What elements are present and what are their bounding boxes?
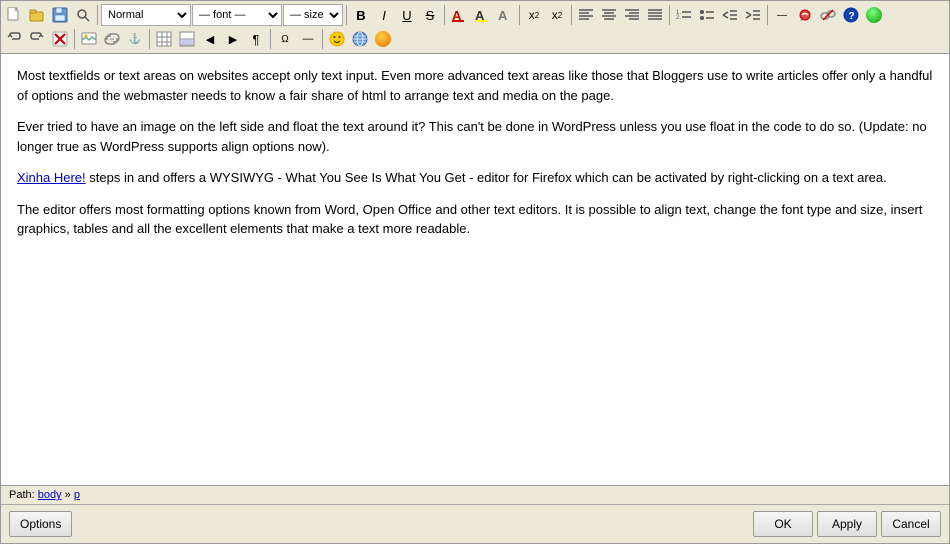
unlink-button[interactable] (817, 4, 839, 26)
sep-6 (669, 5, 670, 25)
next-button[interactable]: ▶ (222, 28, 244, 50)
paragraph-4: The editor offers most formatting option… (17, 200, 933, 239)
indent-button[interactable] (742, 4, 764, 26)
p-link[interactable]: p (74, 489, 80, 501)
strikethrough-button[interactable]: S (419, 4, 441, 26)
bottom-left-buttons: Options (9, 511, 72, 537)
svg-text:A: A (498, 8, 508, 23)
color-reset-button[interactable]: A (494, 4, 516, 26)
toolbar-area: Normal Heading 1 Heading 2 Heading 3 Pre… (1, 1, 949, 54)
em-dash-button[interactable]: — (297, 28, 319, 50)
prev-button[interactable]: ◀ (199, 28, 221, 50)
sep-7 (767, 5, 768, 25)
plugin-icon (375, 31, 391, 47)
paragraph-1: Most textfields or text areas on website… (17, 66, 933, 105)
paragraph-2: Ever tried to have an image on the left … (17, 117, 933, 156)
bold-button[interactable]: B (350, 4, 372, 26)
toolbar-row-2: ⚓ ◀ ▶ ¶ Ω — (3, 27, 947, 51)
sep-1 (97, 5, 98, 25)
align-right-button[interactable] (621, 4, 643, 26)
sep-r2-4 (322, 29, 323, 49)
svg-text:?: ? (849, 11, 855, 22)
pilcrow-button[interactable]: ¶ (245, 28, 267, 50)
open-button[interactable] (26, 4, 48, 26)
sep-2 (346, 5, 347, 25)
ordered-list-button[interactable]: 1.2. (673, 4, 695, 26)
toolbar-row-1: Normal Heading 1 Heading 2 Heading 3 Pre… (3, 3, 947, 27)
size-select[interactable]: — size — 8 10 12 14 18 24 36 (283, 4, 343, 26)
italic-label: I (382, 8, 386, 23)
apply-button[interactable]: Apply (817, 511, 877, 537)
bottom-bar: Options OK Apply Cancel (1, 504, 949, 543)
bold-label: B (356, 8, 365, 23)
breadcrumb-sep: » (65, 489, 71, 501)
undo-button[interactable] (3, 28, 25, 50)
paragraph-3: Xinha Here! steps in and offers a WYSIWY… (17, 168, 933, 188)
status-bar: Path: body » p (1, 485, 949, 504)
table-row-button[interactable] (176, 28, 198, 50)
search-button[interactable] (72, 4, 94, 26)
unordered-list-button[interactable] (696, 4, 718, 26)
save-button[interactable] (49, 4, 71, 26)
font-select[interactable]: — font — Arial Times New Roman Courier N… (192, 4, 282, 26)
sep-r2-3 (270, 29, 271, 49)
cancel-button[interactable]: Cancel (881, 511, 941, 537)
paragraph-3-text: steps in and offers a WYSIWYG - What You… (86, 170, 887, 185)
hr-button[interactable]: — (771, 4, 793, 26)
svg-text:2.: 2. (676, 15, 681, 21)
sep-r2-1 (74, 29, 75, 49)
sep-r2-2 (149, 29, 150, 49)
strike-label: S (426, 8, 435, 23)
superscript-button[interactable]: x2 (546, 4, 568, 26)
align-justify-button[interactable] (644, 4, 666, 26)
subscript-button[interactable]: x2 (523, 4, 545, 26)
bg-color-button[interactable]: A (471, 4, 493, 26)
fg-color-button[interactable]: A (448, 4, 470, 26)
align-left-button[interactable] (575, 4, 597, 26)
align-center-button[interactable] (598, 4, 620, 26)
sep-5 (571, 5, 572, 25)
xinha-link[interactable]: Xinha Here! (17, 170, 86, 185)
xinha-icon (866, 7, 882, 23)
xinha-button[interactable] (863, 4, 885, 26)
plugin-button[interactable] (372, 28, 394, 50)
anchor-button[interactable]: ⚓ (124, 28, 146, 50)
clear-formatting-button[interactable] (49, 28, 71, 50)
editor-container: Normal Heading 1 Heading 2 Heading 3 Pre… (0, 0, 950, 544)
body-link[interactable]: body (38, 489, 62, 501)
special-char-button[interactable]: Ω (274, 28, 296, 50)
ok-button[interactable]: OK (753, 511, 813, 537)
help-button[interactable]: ? (840, 4, 862, 26)
link2-button[interactable] (101, 28, 123, 50)
underline-button[interactable]: U (396, 4, 418, 26)
new-button[interactable] (3, 4, 25, 26)
image-button[interactable] (78, 28, 100, 50)
bottom-right-buttons: OK Apply Cancel (753, 511, 941, 537)
italic-button[interactable]: I (373, 4, 395, 26)
options-button[interactable]: Options (9, 511, 72, 537)
underline-label: U (402, 8, 411, 23)
globe-button[interactable] (349, 28, 371, 50)
smilies-button[interactable] (326, 28, 348, 50)
table-button[interactable] (153, 28, 175, 50)
editor-content[interactable]: Most textfields or text areas on website… (1, 54, 949, 485)
link-button[interactable] (794, 4, 816, 26)
sep-4 (519, 5, 520, 25)
outdent-button[interactable] (719, 4, 741, 26)
redo-button[interactable] (26, 28, 48, 50)
path-label: Path: (9, 489, 35, 501)
sep-3 (444, 5, 445, 25)
style-select[interactable]: Normal Heading 1 Heading 2 Heading 3 Pre… (101, 4, 191, 26)
